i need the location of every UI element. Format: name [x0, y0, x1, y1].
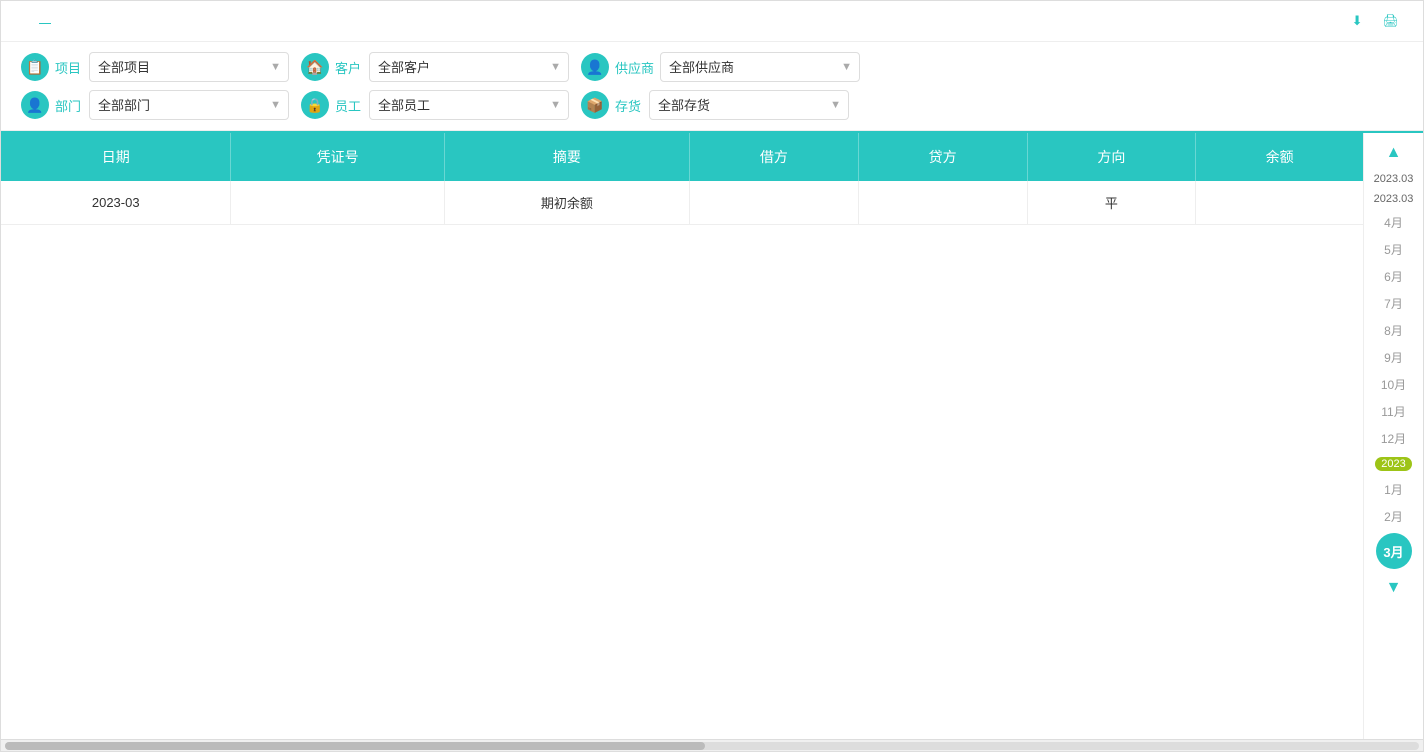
- employee-label: 员工: [335, 96, 363, 115]
- account-code-label: [39, 19, 51, 24]
- prev-account-button[interactable]: [21, 19, 29, 23]
- col-direction: 方向: [1027, 133, 1196, 181]
- print-icon: 🖨: [1382, 13, 1399, 29]
- sidebar-period-header[interactable]: 2023.03: [1364, 169, 1423, 189]
- table-main[interactable]: 日期 凭证号 摘要 借方 贷方 方向 余额 2023-03 期初余额 平: [1, 133, 1363, 739]
- next-account-button[interactable]: [61, 19, 69, 23]
- sidebar-year-badge: 2023: [1364, 455, 1423, 473]
- customer-label: 客户: [335, 58, 363, 77]
- employee-select-wrapper: 全部员工 ▼: [369, 90, 569, 120]
- filter-item-supplier: 👤 供应商 全部供应商 ▼: [581, 52, 860, 82]
- filter-item-customer: 🏠 客户 全部客户 ▼: [301, 52, 569, 82]
- sidebar-up-button[interactable]: ▲: [1378, 137, 1410, 169]
- sidebar-month-active[interactable]: 3月: [1376, 533, 1412, 569]
- customer-icon: 🏠: [301, 53, 329, 81]
- col-voucher: 凭证号: [231, 133, 444, 181]
- sidebar-month-item[interactable]: 7月: [1364, 290, 1423, 317]
- sidebar-month-item[interactable]: 5月: [1364, 236, 1423, 263]
- sidebar-month-item[interactable]: 4月: [1364, 209, 1423, 236]
- title-bar: ⬇ 🖨: [1, 1, 1423, 42]
- cell-summary: 期初余额: [444, 181, 689, 225]
- table-header-row: 日期 凭证号 摘要 借方 贷方 方向 余额: [1, 133, 1363, 181]
- sidebar-month-item[interactable]: 9月: [1364, 344, 1423, 371]
- customer-select[interactable]: 全部客户: [369, 52, 569, 82]
- sidebar-month-item[interactable]: 2月: [1364, 503, 1423, 530]
- filter-item-dept: 👤 部门 全部部门 ▼: [21, 90, 289, 120]
- scrollbar-track: [5, 742, 1419, 750]
- print-button[interactable]: 🖨: [1382, 13, 1403, 29]
- project-select[interactable]: 全部项目: [89, 52, 289, 82]
- supplier-label: 供应商: [615, 58, 654, 77]
- dept-select[interactable]: 全部部门: [89, 90, 289, 120]
- toolbar-right: ⬇ 🖨: [1352, 13, 1403, 29]
- supplier-select-wrapper: 全部供应商 ▼: [660, 52, 860, 82]
- table-container: 日期 凭证号 摘要 借方 贷方 方向 余额 2023-03 期初余额 平 ▲ 202…: [1, 131, 1423, 739]
- sidebar-period-header[interactable]: 2023.03: [1364, 189, 1423, 209]
- project-icon: 📋: [21, 53, 49, 81]
- scrollbar-thumb[interactable]: [5, 742, 705, 750]
- filter-area: 📋 项目 全部项目 ▼ 🏠 客户 全部客户 ▼: [1, 42, 1423, 131]
- download-button[interactable]: ⬇: [1352, 13, 1367, 29]
- cell-debit: [690, 181, 859, 225]
- table-row[interactable]: 2023-03 期初余额 平: [1, 181, 1363, 225]
- main-window: ⬇ 🖨 📋 项目 全部项目 ▼: [0, 0, 1424, 752]
- customer-select-wrapper: 全部客户 ▼: [369, 52, 569, 82]
- cell-direction: 平: [1027, 181, 1196, 225]
- project-select-wrapper: 全部项目 ▼: [89, 52, 289, 82]
- dept-label: 部门: [55, 96, 83, 115]
- col-date: 日期: [1, 133, 231, 181]
- download-icon: ⬇: [1352, 13, 1363, 29]
- sidebar-month-item[interactable]: 6月: [1364, 263, 1423, 290]
- cell-voucher: [231, 181, 444, 225]
- ledger-table: 日期 凭证号 摘要 借方 贷方 方向 余额 2023-03 期初余额 平: [1, 133, 1363, 225]
- dept-icon: 👤: [21, 91, 49, 119]
- inventory-select-wrapper: 全部存货 ▼: [649, 90, 849, 120]
- cell-date: 2023-03: [1, 181, 231, 225]
- col-summary: 摘要: [444, 133, 689, 181]
- sidebar-month-item[interactable]: 11月: [1364, 398, 1423, 425]
- inventory-select[interactable]: 全部存货: [649, 90, 849, 120]
- inventory-icon: 📦: [581, 91, 609, 119]
- supplier-icon: 👤: [581, 53, 609, 81]
- employee-select[interactable]: 全部员工: [369, 90, 569, 120]
- project-label: 项目: [55, 58, 83, 77]
- right-sidebar: ▲ 2023.032023.034月5月6月7月8月9月10月11月12月202…: [1363, 133, 1423, 739]
- col-debit: 借方: [690, 133, 859, 181]
- filter-item-project: 📋 项目 全部项目 ▼: [21, 52, 289, 82]
- filter-item-inventory: 📦 存货 全部存货 ▼: [581, 90, 849, 120]
- filter-row-1: 📋 项目 全部项目 ▼ 🏠 客户 全部客户 ▼: [21, 52, 1403, 82]
- col-balance: 余额: [1196, 133, 1363, 181]
- filter-row-2: 👤 部门 全部部门 ▼ 🔒 员工 全部员工 ▼: [21, 90, 1403, 120]
- supplier-select[interactable]: 全部供应商: [660, 52, 860, 82]
- cell-credit: [858, 181, 1027, 225]
- inventory-label: 存货: [615, 96, 643, 115]
- sidebar-month-item[interactable]: 1月: [1364, 476, 1423, 503]
- col-credit: 贷方: [858, 133, 1027, 181]
- sidebar-month-item[interactable]: 12月: [1364, 425, 1423, 452]
- sidebar-months: 2023.032023.034月5月6月7月8月9月10月11月12月20231…: [1364, 169, 1423, 572]
- employee-icon: 🔒: [301, 91, 329, 119]
- sidebar-month-item[interactable]: 10月: [1364, 371, 1423, 398]
- dept-select-wrapper: 全部部门 ▼: [89, 90, 289, 120]
- cell-balance: [1196, 181, 1363, 225]
- horizontal-scrollbar[interactable]: [1, 739, 1423, 751]
- sidebar-month-item[interactable]: 8月: [1364, 317, 1423, 344]
- filter-item-employee: 🔒 员工 全部员工 ▼: [301, 90, 569, 120]
- sidebar-down-button[interactable]: ▼: [1378, 572, 1410, 604]
